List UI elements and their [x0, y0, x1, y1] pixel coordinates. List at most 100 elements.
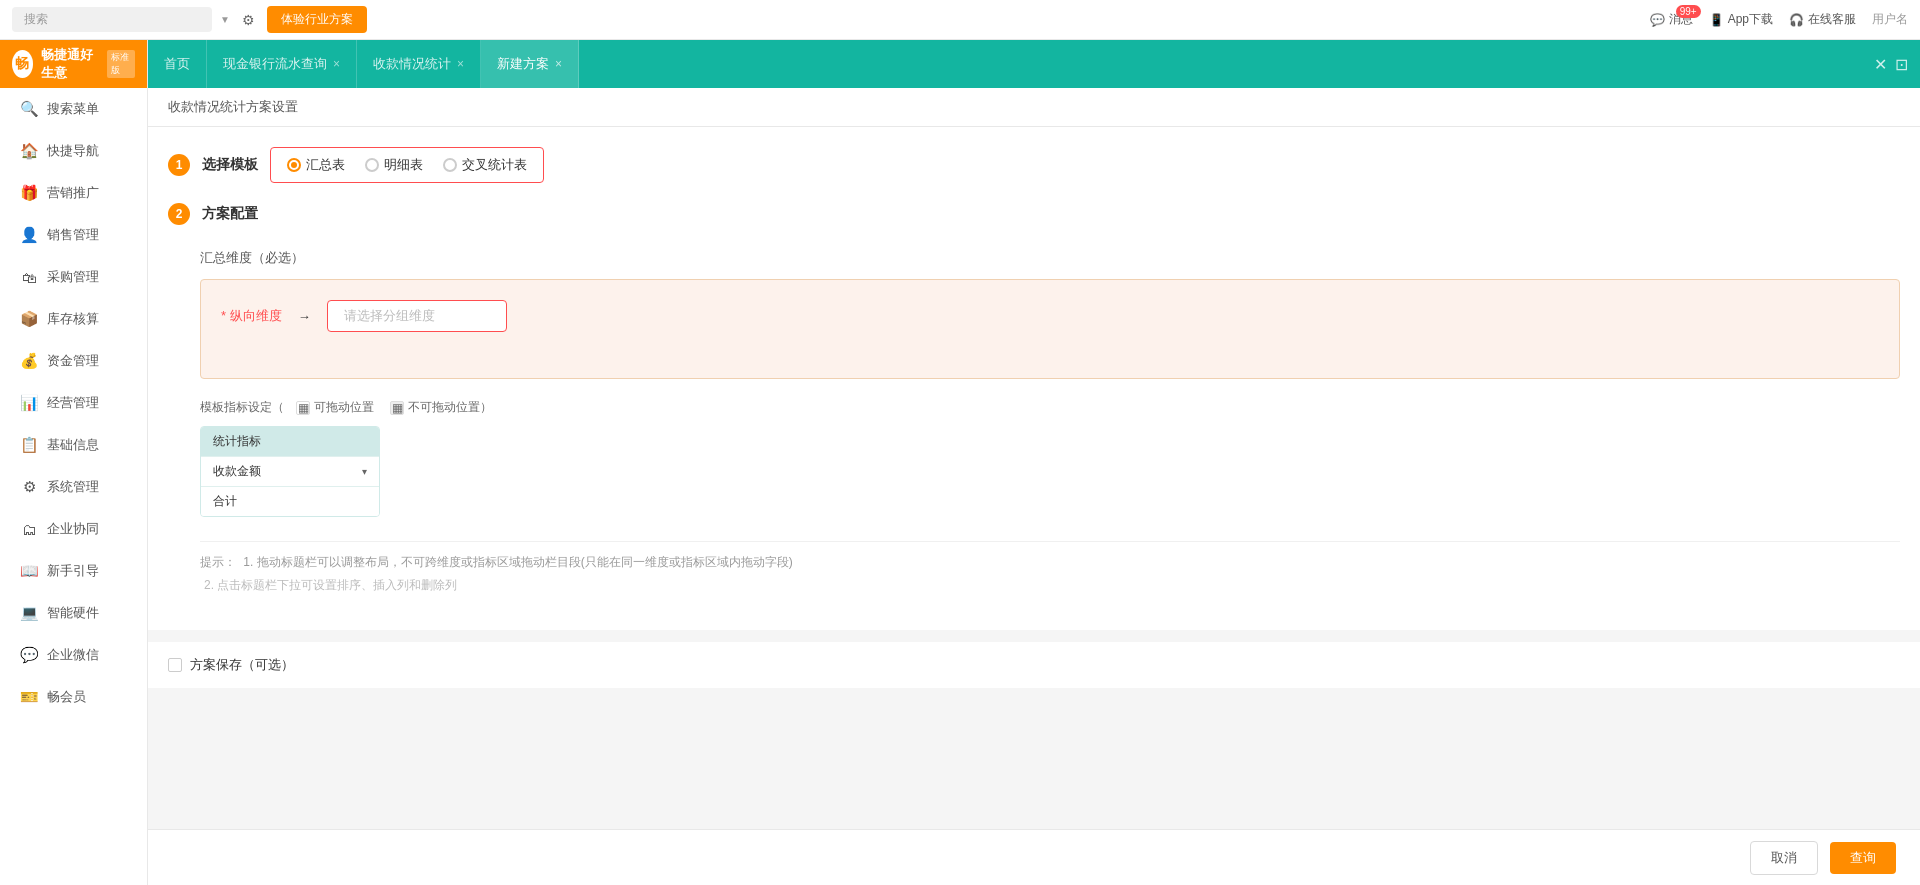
radio-summary-circle — [287, 158, 301, 172]
tab-receipt-stats-close[interactable]: × — [457, 57, 464, 71]
sidebar-item-label: 系统管理 — [47, 478, 99, 496]
logo-badge: 标准版 — [107, 50, 135, 78]
tab-home[interactable]: 首页 — [148, 40, 207, 88]
sidebar-item-quick-nav[interactable]: 🏠 快捷导航 — [0, 130, 147, 172]
sidebar-item-label: 畅会员 — [47, 688, 86, 706]
shopping-icon: 🛍 — [19, 269, 39, 286]
tab-bank-flow-label: 现金银行流水查询 — [223, 55, 327, 73]
tab-receipt-stats[interactable]: 收款情况统计 × — [357, 40, 481, 88]
sidebar-item-search-menu[interactable]: 🔍 搜索菜单 — [0, 88, 147, 130]
sidebar: 畅 畅捷通好生意 标准版 🔍 搜索菜单 🏠 快捷导航 🎁 营销推广 👤 销售管理… — [0, 40, 148, 885]
tips-title: 提示： 1. 拖动标题栏可以调整布局，不可跨维度或指标区域拖动栏目段(只能在同一… — [200, 554, 1900, 571]
close-window-icon[interactable]: ✕ — [1874, 55, 1887, 74]
sidebar-item-smart-hw[interactable]: 💻 智能硬件 — [0, 592, 147, 634]
tab-home-label: 首页 — [164, 55, 190, 73]
tab-new-plan[interactable]: 新建方案 × — [481, 40, 579, 88]
query-button[interactable]: 查询 — [1830, 842, 1896, 874]
header-right-actions: 💬 消息 99+ 📱 App下载 🎧 在线客服 用户名 — [1650, 11, 1908, 28]
metrics-row-total: 合计 — [201, 486, 379, 516]
radio-detail-circle — [365, 158, 379, 172]
metric-amount-label: 收款金额 — [213, 463, 261, 480]
sidebar-item-finance[interactable]: 💰 资金管理 — [0, 340, 147, 382]
sidebar-item-label: 基础信息 — [47, 436, 99, 454]
drag-indicator-icon: ▦ — [296, 401, 310, 415]
step1-label: 选择模板 — [202, 156, 258, 174]
metric-total-label: 合计 — [213, 493, 237, 510]
save-section: 方案保存（可选） — [148, 642, 1920, 688]
tab-new-plan-close[interactable]: × — [555, 57, 562, 71]
sidebar-item-guide[interactable]: 📖 新手引导 — [0, 550, 147, 592]
metric-dropdown-icon[interactable]: ▾ — [362, 466, 367, 477]
radio-detail[interactable]: 明细表 — [365, 156, 423, 174]
sidebar-item-label: 资金管理 — [47, 352, 99, 370]
tab-bar: 首页 现金银行流水查询 × 收款情况统计 × 新建方案 × ✕ ⊡ — [148, 40, 1920, 88]
sidebar-item-system[interactable]: ⚙ 系统管理 — [0, 466, 147, 508]
sidebar-item-sales[interactable]: 👤 销售管理 — [0, 214, 147, 256]
step2-row: 2 方案配置 — [168, 203, 1900, 225]
notification-area[interactable]: 💬 消息 99+ — [1650, 11, 1693, 28]
ticket-icon: 🎫 — [19, 688, 39, 706]
sidebar-item-label: 库存核算 — [47, 310, 99, 328]
metrics-table: 统计指标 收款金额 ▾ 合计 — [200, 426, 380, 517]
cancel-button[interactable]: 取消 — [1750, 841, 1818, 875]
computer-icon: 💻 — [19, 604, 39, 622]
tab-bank-flow-close[interactable]: × — [333, 57, 340, 71]
sidebar-item-label: 新手引导 — [47, 562, 99, 580]
page-content: 收款情况统计方案设置 1 选择模板 汇总表 — [148, 88, 1920, 885]
sidebar-item-operations[interactable]: 📊 经营管理 — [0, 382, 147, 424]
sidebar-item-label: 营销推广 — [47, 184, 99, 202]
sidebar-item-purchase[interactable]: 🛍 采购管理 — [0, 256, 147, 298]
home-icon: 🏠 — [19, 142, 39, 160]
folder-icon: 🗂 — [19, 521, 39, 538]
main-layout: 畅 畅捷通好生意 标准版 🔍 搜索菜单 🏠 快捷导航 🎁 营销推广 👤 销售管理… — [0, 40, 1920, 885]
sidebar-item-enterprise[interactable]: 🗂 企业协同 — [0, 508, 147, 550]
trial-button[interactable]: 体验行业方案 — [267, 6, 367, 33]
radio-summary[interactable]: 汇总表 — [287, 156, 345, 174]
metrics-header-text: 模板指标设定（ — [200, 399, 284, 416]
gear-icon[interactable]: ⚙ — [242, 12, 255, 28]
sidebar-item-member[interactable]: 🎫 畅会员 — [0, 676, 147, 718]
metrics-header: 模板指标设定（ ▦ 可拖动位置 ▦ 不可拖动位置） — [200, 399, 1900, 416]
draggable-badge: ▦ 可拖动位置 — [296, 399, 374, 416]
content-area: 首页 现金银行流水查询 × 收款情况统计 × 新建方案 × ✕ ⊡ — [148, 40, 1920, 885]
save-label[interactable]: 方案保存（可选） — [190, 656, 294, 674]
step2-badge: 2 — [168, 203, 190, 225]
search-bar[interactable]: 搜索 — [12, 7, 212, 32]
message-icon: 💬 — [1650, 13, 1665, 27]
metrics-config: 模板指标设定（ ▦ 可拖动位置 ▦ 不可拖动位置） — [200, 399, 1900, 517]
sidebar-item-inventory[interactable]: 📦 库存核算 — [0, 298, 147, 340]
dropdown-arrow-icon[interactable]: ▼ — [220, 14, 230, 25]
sidebar-item-label: 采购管理 — [47, 268, 99, 286]
template-select-box: 汇总表 明细表 交叉统计表 — [270, 147, 544, 183]
notification-badge: 99+ — [1676, 5, 1701, 18]
tips-item-1: 1. 拖动标题栏可以调整布局，不可跨维度或指标区域拖动栏目段(只能在同一维度或指… — [243, 555, 792, 569]
gift-icon: 🎁 — [19, 184, 39, 202]
download-area[interactable]: 📱 App下载 — [1709, 11, 1773, 28]
dimension-arrow: → — [298, 309, 311, 324]
form-section: 1 选择模板 汇总表 明细表 — [148, 127, 1920, 630]
sidebar-item-marketing[interactable]: 🎁 营销推广 — [0, 172, 147, 214]
vertical-dimension-label: * 纵向维度 — [221, 307, 282, 325]
sidebar-item-label: 企业微信 — [47, 646, 99, 664]
non-draggable-badge: ▦ 不可拖动位置） — [390, 399, 492, 416]
support-area[interactable]: 🎧 在线客服 — [1789, 11, 1856, 28]
tab-bar-actions: ✕ ⊡ — [1862, 40, 1920, 88]
dimension-title: 汇总维度（必选） — [200, 249, 1900, 267]
maximize-icon[interactable]: ⊡ — [1895, 55, 1908, 74]
headset-icon: 🎧 — [1789, 13, 1804, 27]
metrics-row-amount[interactable]: 收款金额 ▾ — [201, 456, 379, 486]
download-icon: 📱 — [1709, 13, 1724, 27]
save-checkbox[interactable] — [168, 658, 182, 672]
radio-cross[interactable]: 交叉统计表 — [443, 156, 527, 174]
user-name[interactable]: 用户名 — [1872, 11, 1908, 28]
tab-bank-flow[interactable]: 现金银行流水查询 × — [207, 40, 357, 88]
dimension-input[interactable]: 请选择分组维度 — [327, 300, 507, 332]
radio-detail-label: 明细表 — [384, 156, 423, 174]
tips-section: 提示： 1. 拖动标题栏可以调整布局，不可跨维度或指标区域拖动栏目段(只能在同一… — [200, 541, 1900, 610]
sidebar-item-basic-info[interactable]: 📋 基础信息 — [0, 424, 147, 466]
book-icon: 📖 — [19, 562, 39, 580]
radio-cross-circle — [443, 158, 457, 172]
sidebar-item-label: 企业协同 — [47, 520, 99, 538]
sidebar-item-wechat[interactable]: 💬 企业微信 — [0, 634, 147, 676]
tab-receipt-stats-label: 收款情况统计 — [373, 55, 451, 73]
